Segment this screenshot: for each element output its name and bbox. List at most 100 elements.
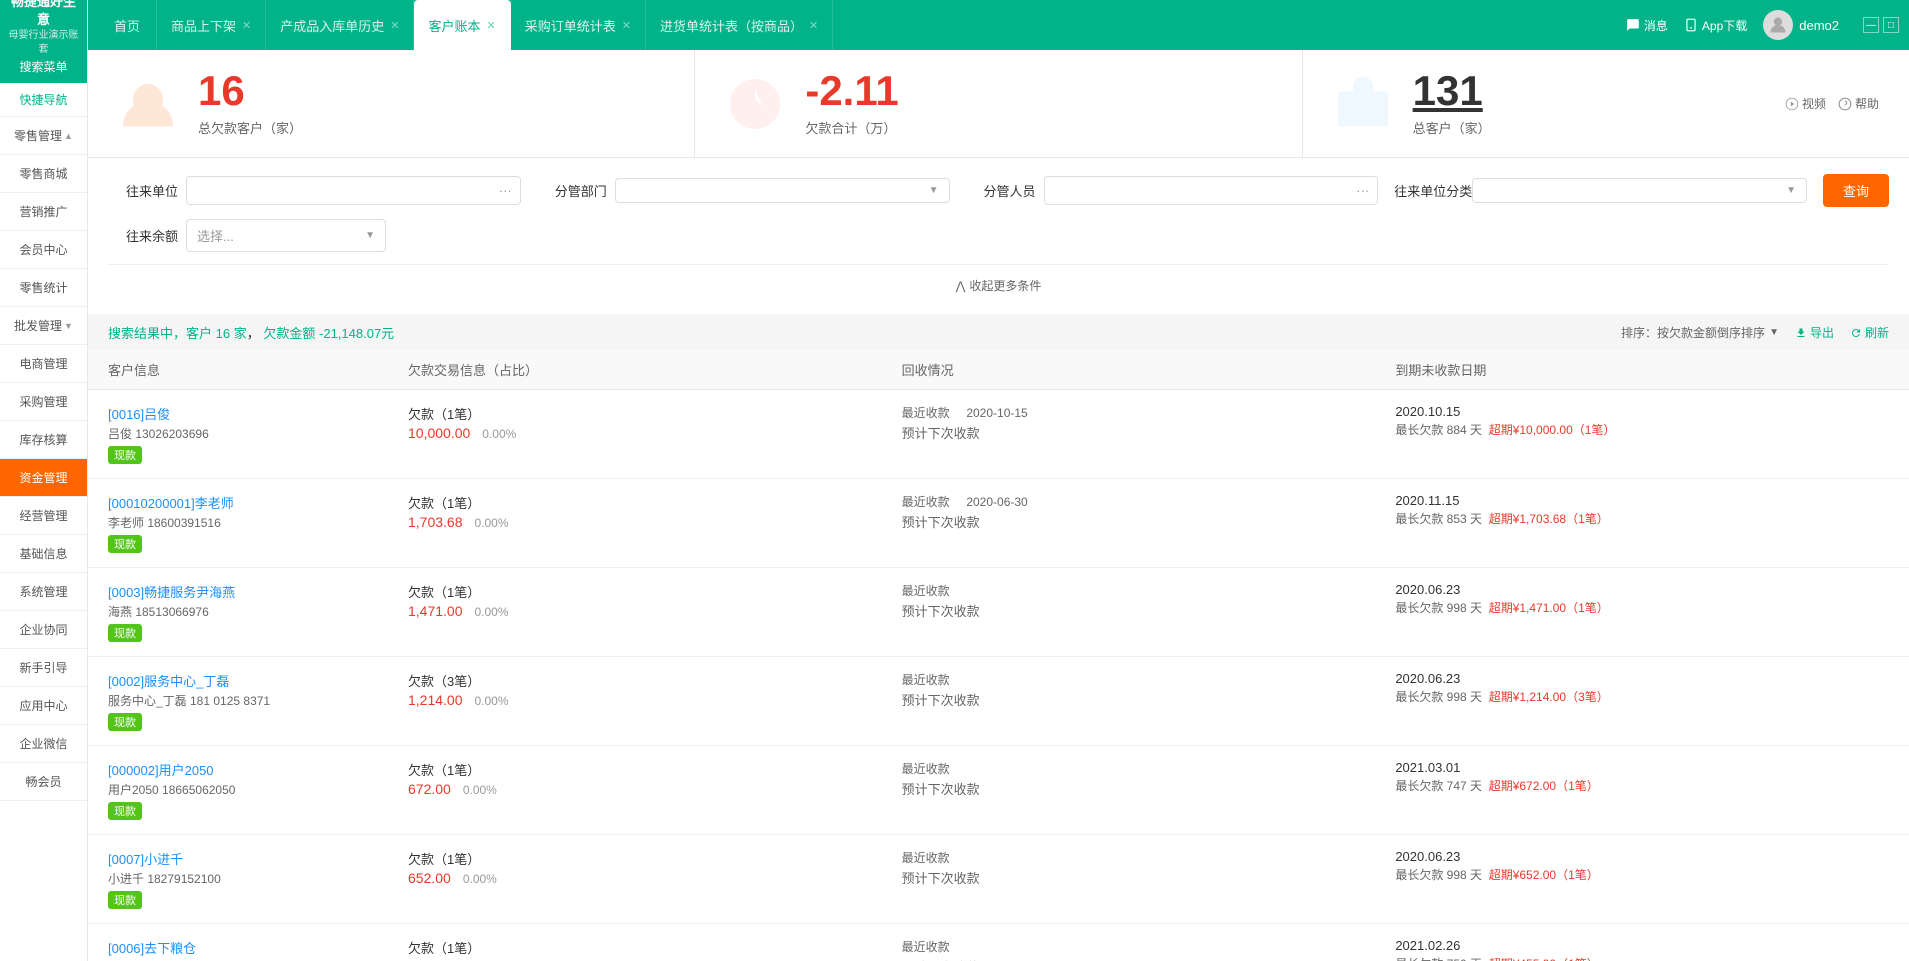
video-btn[interactable]: 视频 xyxy=(1785,95,1826,112)
chevron-up-icon: ⋀ xyxy=(956,279,966,293)
filter-person-input-wrap: ··· xyxy=(1044,176,1379,205)
customer-tag: 现款 xyxy=(108,713,142,731)
overdue-link[interactable]: 超期¥1,214.00（3笔） xyxy=(1489,690,1609,704)
main-area: 首页 商品上下架 ✕ 产成品入库单历史 ✕ 客户账本 ✕ 采购订单统计表 ✕ 进… xyxy=(88,0,1909,961)
tab-close-purchase-product-stats[interactable]: ✕ xyxy=(809,19,818,32)
stat-icon-customers xyxy=(118,74,178,134)
customer-name-link[interactable]: [000002]用户2050 xyxy=(108,763,214,778)
sidebar-item-retail-mall[interactable]: 零售商城 xyxy=(0,155,87,193)
window-maximize-btn[interactable]: □ xyxy=(1883,17,1899,33)
window-minimize-btn[interactable]: — xyxy=(1863,17,1879,33)
sidebar-item-weixin[interactable]: 企业微信 xyxy=(0,725,87,763)
sidebar-item-retail-stats[interactable]: 零售统计 xyxy=(0,269,87,307)
overdue-link[interactable]: 超期¥1,471.00（1笔） xyxy=(1489,601,1609,615)
collapse-btn[interactable]: ⋀ 收起更多条件 xyxy=(108,273,1889,298)
sidebar-item-newbie[interactable]: 新手引导 xyxy=(0,649,87,687)
stat-label-customers: 总欠款客户（家） xyxy=(198,118,664,137)
overdue-link[interactable]: 超期¥1,703.68（1笔） xyxy=(1489,512,1609,526)
overdue-link[interactable]: 超期¥652.00（1笔） xyxy=(1489,868,1599,882)
sidebar-item-retail-mgmt[interactable]: 零售管理 ▲ xyxy=(0,117,87,155)
filter-supplier: 往来单位 ··· xyxy=(108,176,521,205)
tab-close-customer-account[interactable]: ✕ xyxy=(487,19,496,32)
filter-row-2: 往来余额 选择... ▼ xyxy=(108,219,1889,252)
sidebar-item-purchase[interactable]: 采购管理 xyxy=(0,383,87,421)
sidebar-item-ecommerce[interactable]: 电商管理 xyxy=(0,345,87,383)
customer-name-link[interactable]: [0016]吕俊 xyxy=(108,407,170,422)
sidebar-item-vip[interactable]: 畅会员 xyxy=(0,763,87,801)
stat-info-customers: 16 总欠款客户（家） xyxy=(198,70,664,137)
tab-close-purchase-stats[interactable]: ✕ xyxy=(622,19,631,32)
filter-dept-select[interactable]: ▼ xyxy=(615,178,950,203)
filter-supplier-input-wrap: ··· xyxy=(186,176,521,205)
sidebar-item-system[interactable]: 系统管理 xyxy=(0,573,87,611)
app-download-btn[interactable]: App下载 xyxy=(1684,17,1747,34)
supplier-dots-btn[interactable]: ··· xyxy=(491,177,520,204)
debt-amount: 1,214.00 xyxy=(408,692,463,708)
debt-amount: 10,000.00 xyxy=(408,425,470,441)
sidebar-item-operations[interactable]: 经营管理 xyxy=(0,497,87,535)
person-dots-btn[interactable]: ··· xyxy=(1348,177,1377,204)
overdue-cell: 2021.02.26 最长欠款 750 天 超期¥455.90（1笔） xyxy=(1395,938,1889,961)
window-controls: — □ xyxy=(1863,17,1899,33)
col-header-debt: 欠款交易信息（占比） xyxy=(408,360,902,379)
overdue-link[interactable]: 超期¥10,000.00（1笔） xyxy=(1489,423,1616,437)
sidebar-item-batch-mgmt[interactable]: 批发管理 ▼ xyxy=(0,307,87,345)
sidebar-item-basic-info[interactable]: 基础信息 xyxy=(0,535,87,573)
table-row: [0016]吕俊 吕俊 13026203696 现款 欠款（1笔） 10,000… xyxy=(88,390,1909,479)
export-btn[interactable]: 导出 xyxy=(1795,324,1834,341)
filter-category-select[interactable]: ▼ xyxy=(1472,178,1807,203)
customer-phone: 小进千 18279152100 xyxy=(108,870,408,887)
supplier-input[interactable] xyxy=(187,177,491,204)
overdue-link[interactable]: 超期¥455.90（1笔） xyxy=(1489,957,1599,961)
filter-area: 往来单位 ··· 分管部门 ▼ 分管人员 xyxy=(88,158,1909,314)
quick-nav[interactable]: 快捷导航 xyxy=(0,83,87,117)
filter-category-label: 往来单位分类 xyxy=(1394,181,1464,200)
debt-amount: 1,471.00 xyxy=(408,603,463,619)
sidebar-item-inventory[interactable]: 库存核算 xyxy=(0,421,87,459)
sidebar-item-enterprise[interactable]: 企业协同 xyxy=(0,611,87,649)
tab-customer-account[interactable]: 客户账本 ✕ xyxy=(414,0,510,50)
help-btn[interactable]: 帮助 xyxy=(1838,95,1879,112)
overdue-cell: 2020.06.23 最长欠款 998 天 超期¥1,214.00（3笔） xyxy=(1395,671,1889,705)
debt-percent: 0.00% xyxy=(463,783,497,797)
tab-purchase-stats[interactable]: 采购订单统计表 ✕ xyxy=(511,0,646,50)
overdue-cell: 2020.11.15 最长欠款 853 天 超期¥1,703.68（1笔） xyxy=(1395,493,1889,527)
customer-name-link[interactable]: [0002]服务中心_丁磊 xyxy=(108,674,229,689)
sort-dropdown[interactable]: 排序：按欠款金额倒序排序 ▼ xyxy=(1621,324,1779,341)
person-input[interactable] xyxy=(1045,177,1349,204)
customer-name-link[interactable]: [0003]畅捷服务尹海燕 xyxy=(108,585,235,600)
customer-table: 客户信息 欠款交易信息（占比） 回收情况 到期未收款日期 [0016]吕俊 吕俊… xyxy=(88,350,1909,961)
customer-tag: 现款 xyxy=(108,535,142,553)
refresh-btn[interactable]: 刷新 xyxy=(1850,324,1889,341)
user-menu[interactable]: demo2 xyxy=(1763,10,1839,40)
customer-name-link[interactable]: [0006]去下粮仓 xyxy=(108,941,196,956)
stat-info-total: 131 总客户（家） xyxy=(1413,70,1765,137)
tab-close-product-shelf[interactable]: ✕ xyxy=(242,19,251,32)
chevron-down-icon4: ▼ xyxy=(1769,327,1779,338)
tab-product-shelf[interactable]: 商品上下架 ✕ xyxy=(157,0,266,50)
overdue-link[interactable]: 超期¥672.00（1笔） xyxy=(1489,779,1599,793)
tab-product-history[interactable]: 产成品入库单历史 ✕ xyxy=(266,0,414,50)
stat-card-amount: -2.11 欠款合计（万） xyxy=(695,50,1302,157)
search-button[interactable]: 查询 xyxy=(1823,174,1889,207)
sidebar-item-finance[interactable]: 资金管理 xyxy=(0,459,87,497)
stat-icon-total xyxy=(1333,74,1393,134)
sidebar-item-app-center[interactable]: 应用中心 xyxy=(0,687,87,725)
tab-home[interactable]: 首页 xyxy=(98,0,157,50)
message-btn[interactable]: 消息 xyxy=(1626,17,1668,34)
stat-icon-amount xyxy=(725,74,785,134)
filter-balance-label: 往来余额 xyxy=(108,226,178,245)
stat-info-amount: -2.11 欠款合计（万） xyxy=(805,70,1271,137)
table-row: [000002]用户2050 用户2050 18665062050 现款 欠款（… xyxy=(88,746,1909,835)
logo-text: 畅捷通好生意 母婴行业演示账套 xyxy=(8,0,79,57)
filter-balance-select[interactable]: 选择... ▼ xyxy=(186,219,386,252)
filter-balance: 往来余额 选择... ▼ xyxy=(108,219,1889,252)
customer-name-link[interactable]: [00010200001]李老师 xyxy=(108,496,234,511)
sidebar-item-marketing[interactable]: 营销推广 xyxy=(0,193,87,231)
tab-close-product-history[interactable]: ✕ xyxy=(390,19,399,32)
results-bar: 搜索结果中，客户 16 家， 欠款金额 -21,148.07元 排序：按欠款金额… xyxy=(88,315,1909,350)
tab-purchase-product-stats[interactable]: 进货单统计表（按商品） ✕ xyxy=(646,0,833,50)
sidebar-item-members[interactable]: 会员中心 xyxy=(0,231,87,269)
results-summary: 搜索结果中，客户 16 家， 欠款金额 -21,148.07元 xyxy=(108,323,394,342)
customer-name-link[interactable]: [0007]小进千 xyxy=(108,852,183,867)
